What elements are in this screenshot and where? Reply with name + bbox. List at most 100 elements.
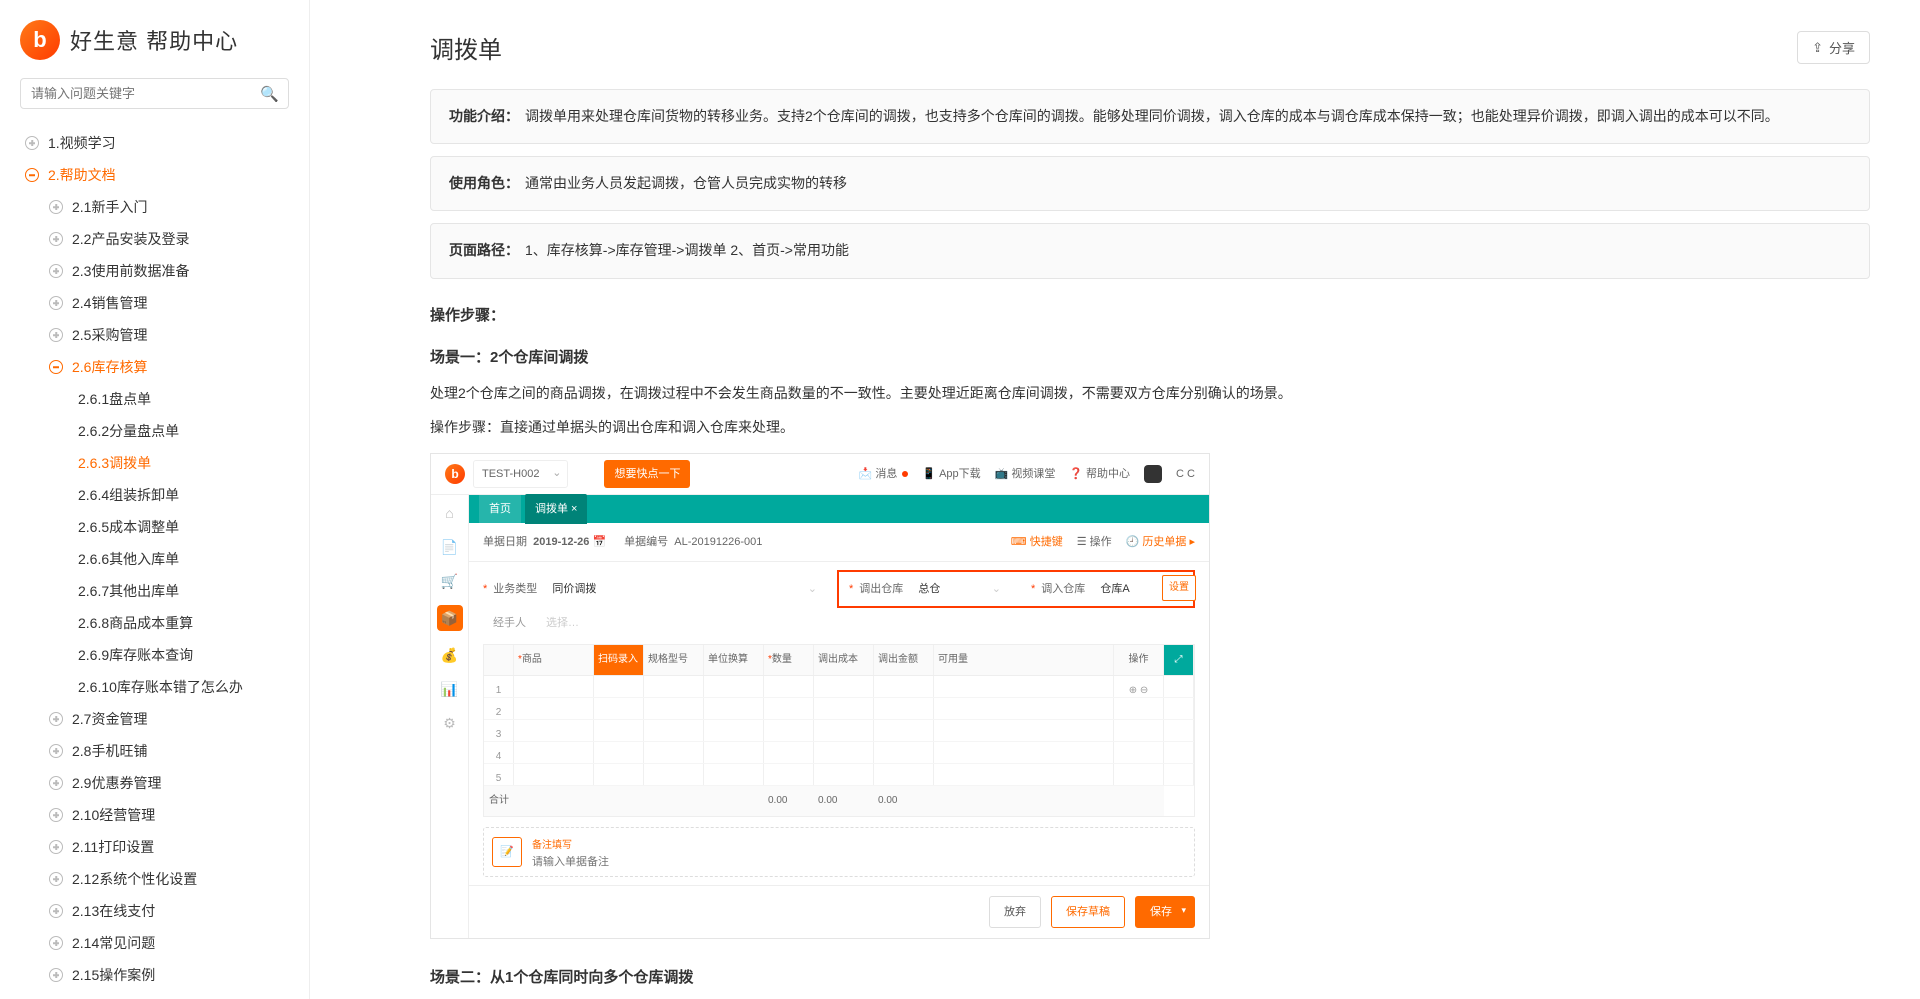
page-title: 调拨单 bbox=[430, 30, 502, 65]
search-wrap: 🔍 bbox=[20, 78, 289, 109]
plus-icon bbox=[48, 935, 64, 951]
mock-help: ❓帮助中心 bbox=[1069, 463, 1130, 485]
mock-discard-btn: 放弃 bbox=[989, 896, 1041, 928]
nav-2-6-5[interactable]: 2.6.5成本调整单 bbox=[78, 511, 309, 543]
plus-icon bbox=[48, 903, 64, 919]
plus-icon bbox=[48, 327, 64, 343]
mock-org-select: TEST-H002 bbox=[473, 460, 568, 488]
expand-icon: ⤢ bbox=[1164, 645, 1194, 675]
nav-video-learning[interactable]: 1.视频学习 bbox=[24, 127, 309, 159]
nav-2-6-1[interactable]: 2.6.1盘点单 bbox=[78, 383, 309, 415]
plus-icon bbox=[48, 199, 64, 215]
search-icon[interactable]: 🔍 bbox=[260, 85, 279, 103]
screenshot-1: b TEST-H002 想要快点一下 📩消息 📱App下载 📺视频课堂 ❓帮助中… bbox=[430, 453, 1210, 939]
info-function: 功能介绍： 调拨单用来处理仓库间货物的转移业务。支持2个仓库间的调拨，也支持多个仓… bbox=[430, 89, 1870, 144]
nav-2-6[interactable]: 2.6库存核算 bbox=[48, 351, 309, 383]
mock-username: C C bbox=[1176, 463, 1195, 485]
nav-2-12[interactable]: 2.12系统个性化设置 bbox=[48, 863, 309, 895]
nav-2-14[interactable]: 2.14常见问题 bbox=[48, 927, 309, 959]
info-path: 页面路径： 1、库存核算->库存管理->调拨单 2、首页->常用功能 bbox=[430, 223, 1870, 278]
gear-icon: ⚙ bbox=[440, 713, 460, 733]
mock-try-button: 想要快点一下 bbox=[604, 460, 690, 488]
mock-save-btn: 保存 bbox=[1135, 896, 1195, 928]
info-path-text: 1、库存核算->库存管理->调拨单 2、首页->常用功能 bbox=[525, 242, 849, 258]
nav-tree: 1.视频学习 2.帮助文档 2.1新手入门 2.2产品安装及登录 2.3使用前数… bbox=[20, 127, 309, 991]
nav-2-2[interactable]: 2.2产品安装及登录 bbox=[48, 223, 309, 255]
share-label: 分享 bbox=[1829, 38, 1855, 57]
nav-2-10[interactable]: 2.10经营管理 bbox=[48, 799, 309, 831]
nav-2-9[interactable]: 2.9优惠券管理 bbox=[48, 767, 309, 799]
share-button[interactable]: ⇪ 分享 bbox=[1797, 31, 1870, 64]
mock-tab-home: 首页 bbox=[479, 494, 521, 524]
info-role-text: 通常由业务人员发起调拨，仓管人员完成实物的转移 bbox=[525, 175, 847, 191]
brand-row: b 好生意 帮助中心 bbox=[20, 20, 309, 60]
doc-icon: 📄 bbox=[440, 537, 460, 557]
plus-icon bbox=[48, 967, 64, 983]
nav-2-6-2[interactable]: 2.6.2分量盘点单 bbox=[78, 415, 309, 447]
nav-2-3[interactable]: 2.3使用前数据准备 bbox=[48, 255, 309, 287]
nav-2-6-4[interactable]: 2.6.4组装拆卸单 bbox=[78, 479, 309, 511]
minus-icon bbox=[24, 167, 40, 183]
plus-icon bbox=[48, 775, 64, 791]
mock-logo-icon: b bbox=[445, 464, 465, 484]
plus-icon bbox=[48, 263, 64, 279]
sidebar: b 好生意 帮助中心 🔍 1.视频学习 2.帮助文档 2.1新手入门 2.2产品… bbox=[0, 0, 310, 999]
steps-title: 操作步骤： bbox=[430, 301, 1870, 331]
plus-icon bbox=[48, 807, 64, 823]
nav-2-4[interactable]: 2.4销售管理 bbox=[48, 287, 309, 319]
info-func-text: 调拨单用来处理仓库间货物的转移业务。支持2个仓库间的调拨，也支持多个仓库间的调拨… bbox=[525, 108, 1779, 124]
brand-title: 好生意 帮助中心 bbox=[70, 24, 238, 56]
plus-icon bbox=[48, 871, 64, 887]
scene1-desc: 处理2个仓库之间的商品调拨，在调拨过程中不会发生商品数量的不一致性。主要处理近距… bbox=[430, 379, 1870, 407]
mock-app: 📱App下载 bbox=[922, 463, 980, 485]
nav-2-6-10[interactable]: 2.6.10库存账本错了怎么办 bbox=[78, 671, 309, 703]
nav-2-6-8[interactable]: 2.6.8商品成本重算 bbox=[78, 607, 309, 639]
search-input[interactable] bbox=[20, 78, 289, 109]
plus-icon bbox=[48, 295, 64, 311]
plus-icon bbox=[48, 231, 64, 247]
remark-icon: 📝 bbox=[492, 837, 522, 867]
scene1-step: 操作步骤：直接通过单据头的调出仓库和调入仓库来处理。 bbox=[430, 413, 1870, 441]
nav-2-6-3[interactable]: 2.6.3调拨单 bbox=[78, 447, 309, 479]
nav-2-6-6[interactable]: 2.6.6其他入库单 bbox=[78, 543, 309, 575]
plus-icon bbox=[48, 839, 64, 855]
chart-icon: 📊 bbox=[440, 679, 460, 699]
mock-remark-input bbox=[532, 856, 1186, 868]
nav-help-docs[interactable]: 2.帮助文档 bbox=[24, 159, 309, 191]
scene1-title: 场景一：2个仓库间调拨 bbox=[430, 343, 1870, 373]
plus-icon bbox=[24, 135, 40, 151]
share-icon: ⇪ bbox=[1812, 40, 1823, 56]
info-path-label: 页面路径： bbox=[449, 242, 519, 258]
steps-section: 操作步骤： 场景一：2个仓库间调拨 处理2个仓库之间的商品调拨，在调拨过程中不会… bbox=[430, 301, 1870, 999]
brand-logo: b bbox=[20, 20, 60, 60]
mock-draft-btn: 保存草稿 bbox=[1051, 896, 1125, 928]
plus-icon bbox=[48, 711, 64, 727]
nav-2-7[interactable]: 2.7资金管理 bbox=[48, 703, 309, 735]
minus-icon bbox=[48, 359, 64, 375]
main-content: 调拨单 ⇪ 分享 功能介绍： 调拨单用来处理仓库间货物的转移业务。支持2个仓库间的… bbox=[310, 0, 1920, 999]
avatar-icon bbox=[1144, 465, 1162, 483]
mock-setting-btn: 设置 bbox=[1162, 575, 1196, 601]
cart-icon: 🛒 bbox=[440, 571, 460, 591]
mock-rail: ⌂ 📄 🛒 📦 💰 📊 ⚙ bbox=[431, 495, 469, 938]
mock-video: 📺视频课堂 bbox=[995, 463, 1056, 485]
mock-tab-doc: 调拨单 × bbox=[525, 494, 587, 524]
money-icon: 💰 bbox=[440, 645, 460, 665]
nav-2-5[interactable]: 2.5采购管理 bbox=[48, 319, 309, 351]
box-icon: 📦 bbox=[437, 605, 463, 631]
page-header: 调拨单 ⇪ 分享 bbox=[430, 30, 1870, 65]
nav-2-11[interactable]: 2.11打印设置 bbox=[48, 831, 309, 863]
nav-2-6-7[interactable]: 2.6.7其他出库单 bbox=[78, 575, 309, 607]
info-func-label: 功能介绍： bbox=[449, 108, 519, 124]
home-icon: ⌂ bbox=[440, 503, 460, 523]
mock-msg: 📩消息 bbox=[859, 463, 909, 485]
nav-2-8[interactable]: 2.8手机旺铺 bbox=[48, 735, 309, 767]
info-role: 使用角色： 通常由业务人员发起调拨，仓管人员完成实物的转移 bbox=[430, 156, 1870, 211]
nav-2-13[interactable]: 2.13在线支付 bbox=[48, 895, 309, 927]
info-role-label: 使用角色： bbox=[449, 175, 519, 191]
nav-2-1[interactable]: 2.1新手入门 bbox=[48, 191, 309, 223]
nav-2-15[interactable]: 2.15操作案例 bbox=[48, 959, 309, 991]
plus-icon bbox=[48, 743, 64, 759]
nav-2-6-9[interactable]: 2.6.9库存账本查询 bbox=[78, 639, 309, 671]
scene2-title: 场景二：从1个仓库同时向多个仓库调拨 bbox=[430, 963, 1870, 993]
